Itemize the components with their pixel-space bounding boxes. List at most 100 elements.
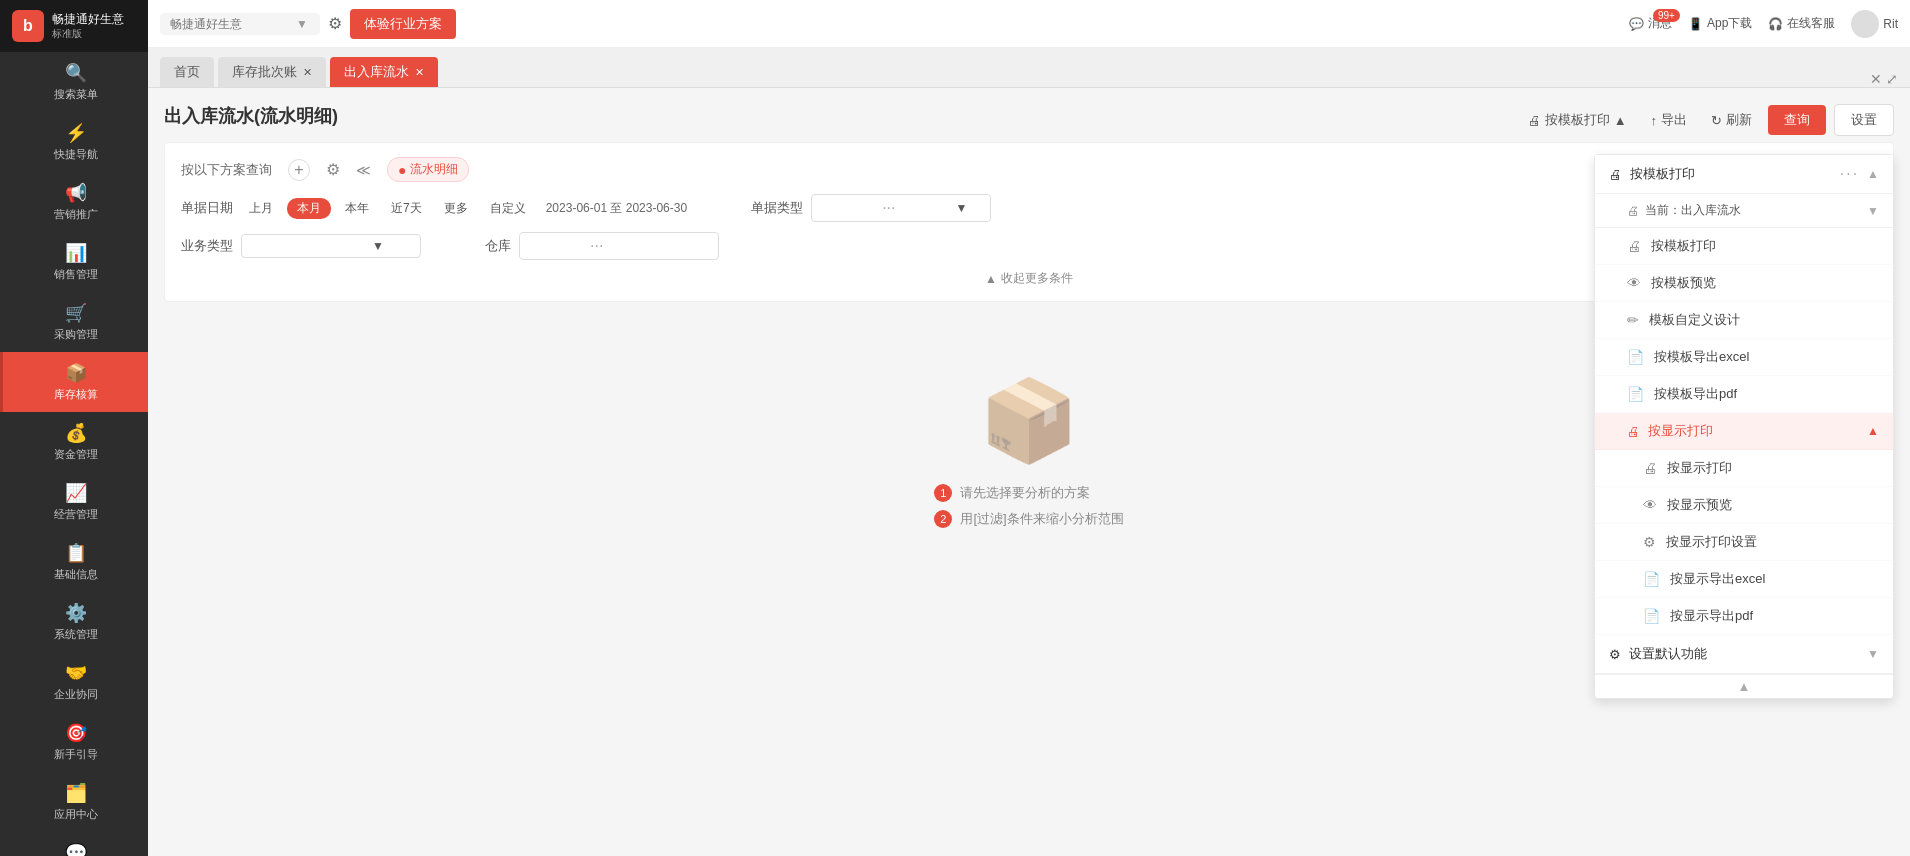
guide-icon: 🎯 <box>65 722 87 744</box>
topbar-left: ▼ ⚙ 体验行业方案 <box>160 9 1619 39</box>
tabbar: 首页 库存批次账 ✕ 出入库流水 ✕ ✕ ⤢ <box>148 48 1910 88</box>
tab-batch-close[interactable]: ✕ <box>303 66 312 79</box>
dropdown-item-display-pdf[interactable]: 📄 按显示导出pdf <box>1595 598 1893 635</box>
display-excel-icon: 📄 <box>1643 571 1660 587</box>
topbar-search-box[interactable]: ▼ <box>160 13 320 35</box>
sidebar-item-wecom[interactable]: 💬 企业微信 <box>0 832 148 856</box>
display-print-settings-icon: ⚙ <box>1643 534 1656 550</box>
template-preview-icon: 👁 <box>1627 275 1641 291</box>
search-config-button[interactable]: ⚙ <box>326 160 340 179</box>
sidebar-item-search[interactable]: 🔍 搜索菜单 <box>0 52 148 112</box>
page-actions: 🖨 按模板打印 ▲ ↑ 导出 ↻ 刷新 查询 设置 🖨 按模板打印 <box>1520 104 1894 136</box>
date-filter-label: 单据日期 <box>181 199 233 217</box>
settings-button[interactable]: 设置 <box>1834 104 1894 136</box>
refresh-icon: ↻ <box>1711 113 1722 128</box>
sidebar-item-sales[interactable]: 📊 销售管理 <box>0 232 148 292</box>
sidebar-item-enterprise[interactable]: 🤝 企业协同 <box>0 652 148 712</box>
online-service-button[interactable]: 🎧 在线客服 <box>1768 15 1835 32</box>
sidebar-item-inventory[interactable]: 📦 库存核算 <box>0 352 148 412</box>
sidebar-item-basic[interactable]: 📋 基础信息 <box>0 532 148 592</box>
export-button[interactable]: ↑ 导出 <box>1643 107 1696 133</box>
dropdown-current-item[interactable]: 🖨 当前：出入库流水 ▼ <box>1595 194 1893 228</box>
dropdown-dots-menu[interactable]: ··· <box>1840 165 1859 183</box>
messages-button[interactable]: 💬 消息 99+ <box>1629 15 1672 32</box>
logo-text: 畅捷通好生意 标准版 <box>52 12 124 41</box>
display-print-chevron-up: ▲ <box>1867 424 1879 438</box>
doctype-select[interactable]: ··· ▼ <box>811 194 991 222</box>
current-item-icon: 🖨 <box>1627 204 1639 218</box>
dropdown-item-template-design[interactable]: ✏ 模板自定义设计 <box>1595 302 1893 339</box>
dropdown-item-display-print-settings[interactable]: ⚙ 按显示打印设置 <box>1595 524 1893 561</box>
dropdown-template-print-label: 🖨 按模板打印 <box>1609 165 1695 183</box>
dropdown-scroll-up[interactable]: ▲ <box>1595 674 1893 698</box>
biztype-chevron: ▼ <box>372 239 384 253</box>
page-content: 出入库流水(流水明细) 🖨 按模板打印 ▲ ↑ 导出 ↻ 刷新 查询 设置 <box>148 88 1910 856</box>
operations-icon: 📈 <box>65 482 87 504</box>
date-tab-this-year[interactable]: 本年 <box>337 198 377 219</box>
display-preview-icon: 👁 <box>1643 497 1657 513</box>
tab-expand-icon[interactable]: ⤢ <box>1886 71 1898 87</box>
sidebar-item-system[interactable]: ⚙️ 系统管理 <box>0 592 148 652</box>
wecom-icon: 💬 <box>65 842 87 856</box>
search-icon: 🔍 <box>65 62 87 84</box>
date-tab-last-month[interactable]: 上月 <box>241 198 281 219</box>
messages-badge: 99+ <box>1653 9 1680 22</box>
date-tab-this-month[interactable]: 本月 <box>287 198 331 219</box>
dropdown-item-display-preview[interactable]: 👁 按显示预览 <box>1595 487 1893 524</box>
biztype-select[interactable]: ▼ <box>241 234 421 258</box>
tab-home[interactable]: 首页 <box>160 57 214 87</box>
query-button[interactable]: 查询 <box>1768 105 1826 135</box>
sidebar-item-operations[interactable]: 📈 经营管理 <box>0 472 148 532</box>
sidebar-item-quick-nav[interactable]: ⚡ 快捷导航 <box>0 112 148 172</box>
search-add-button[interactable]: + <box>288 159 310 181</box>
tab-flow-close[interactable]: ✕ <box>415 66 424 79</box>
finance-icon: 💰 <box>65 422 87 444</box>
warehouse-filter-item: 仓库 ··· <box>485 232 719 260</box>
industry-solution-button[interactable]: 体验行业方案 <box>350 9 456 39</box>
topbar-search-input[interactable] <box>170 17 290 31</box>
app-download-button[interactable]: 📱 App下载 <box>1688 15 1752 32</box>
dropdown-item-display-excel[interactable]: 📄 按显示导出excel <box>1595 561 1893 598</box>
sidebar: b 畅捷通好生意 标准版 🔍 搜索菜单 ⚡ 快捷导航 📢 营销推广 📊 销售管理… <box>0 0 148 856</box>
warehouse-select-dots: ··· <box>590 237 603 255</box>
sidebar-item-finance[interactable]: 💰 资金管理 <box>0 412 148 472</box>
dropdown-default-setting-header[interactable]: ⚙ 设置默认功能 ▼ <box>1595 635 1893 674</box>
topbar-search-chevron[interactable]: ▼ <box>296 17 308 31</box>
dropdown-template-print-header[interactable]: 🖨 按模板打印 ··· ▲ <box>1595 155 1893 194</box>
app-download-icon: 📱 <box>1688 17 1703 31</box>
headset-icon: 🎧 <box>1768 17 1783 31</box>
warehouse-select[interactable]: ··· <box>519 232 719 260</box>
date-tab-more[interactable]: 更多 <box>436 198 476 219</box>
collapse-more-conditions-button[interactable]: ▲ 收起更多条件 <box>985 270 1073 287</box>
topbar-gear-icon[interactable]: ⚙ <box>328 14 342 33</box>
date-tab-7days[interactable]: 近7天 <box>383 198 430 219</box>
sidebar-item-marketing[interactable]: 📢 营销推广 <box>0 172 148 232</box>
tab-flow[interactable]: 出入库流水 ✕ <box>330 57 438 87</box>
tab-batch[interactable]: 库存批次账 ✕ <box>218 57 326 87</box>
dropdown-item-template-pdf[interactable]: 📄 按模板导出pdf <box>1595 376 1893 413</box>
print-dropdown-panel: 🖨 按模板打印 ··· ▲ 🖨 当前：出入库流水 ▼ <box>1594 154 1894 699</box>
collapse-up-icon: ▲ <box>985 272 997 286</box>
empty-step-1: 1 请先选择要分析的方案 <box>934 484 1123 502</box>
date-filter-item: 单据日期 上月 本月 本年 近7天 更多 自定义 2023-06-01 至 20… <box>181 198 687 219</box>
sidebar-item-purchase[interactable]: 🛒 采购管理 <box>0 292 148 352</box>
tab-close-all-icon[interactable]: ✕ <box>1870 71 1882 87</box>
dropdown-item-template-preview[interactable]: 👁 按模板预览 <box>1595 265 1893 302</box>
search-collapse-button[interactable]: ≪ <box>356 162 371 178</box>
empty-state-icon: 📦 <box>979 374 1079 468</box>
user-menu[interactable]: Rit <box>1851 10 1898 38</box>
refresh-button[interactable]: ↻ 刷新 <box>1703 107 1760 133</box>
empty-steps: 1 请先选择要分析的方案 2 用[过滤]条件来缩小分析范围 <box>934 484 1123 536</box>
dropdown-item-template-excel[interactable]: 📄 按模板导出excel <box>1595 339 1893 376</box>
sidebar-item-app-center[interactable]: 🗂️ 应用中心 <box>0 772 148 832</box>
doctype-select-dots: ··· <box>882 199 895 217</box>
dropdown-item-display-print[interactable]: 🖨 按显示打印 <box>1595 450 1893 487</box>
filter-tag-shuimingxi[interactable]: ● 流水明细 <box>387 157 469 182</box>
export-icon: ↑ <box>1651 113 1658 128</box>
template-print-button[interactable]: 🖨 按模板打印 ▲ <box>1520 107 1635 133</box>
sidebar-item-guide[interactable]: 🎯 新手引导 <box>0 712 148 772</box>
date-tab-custom[interactable]: 自定义 <box>482 198 534 219</box>
biztype-filter-label: 业务类型 <box>181 237 233 255</box>
dropdown-display-print-header[interactable]: 🖨 按显示打印 ▲ <box>1595 413 1893 450</box>
dropdown-item-template-print[interactable]: 🖨 按模板打印 <box>1595 228 1893 265</box>
